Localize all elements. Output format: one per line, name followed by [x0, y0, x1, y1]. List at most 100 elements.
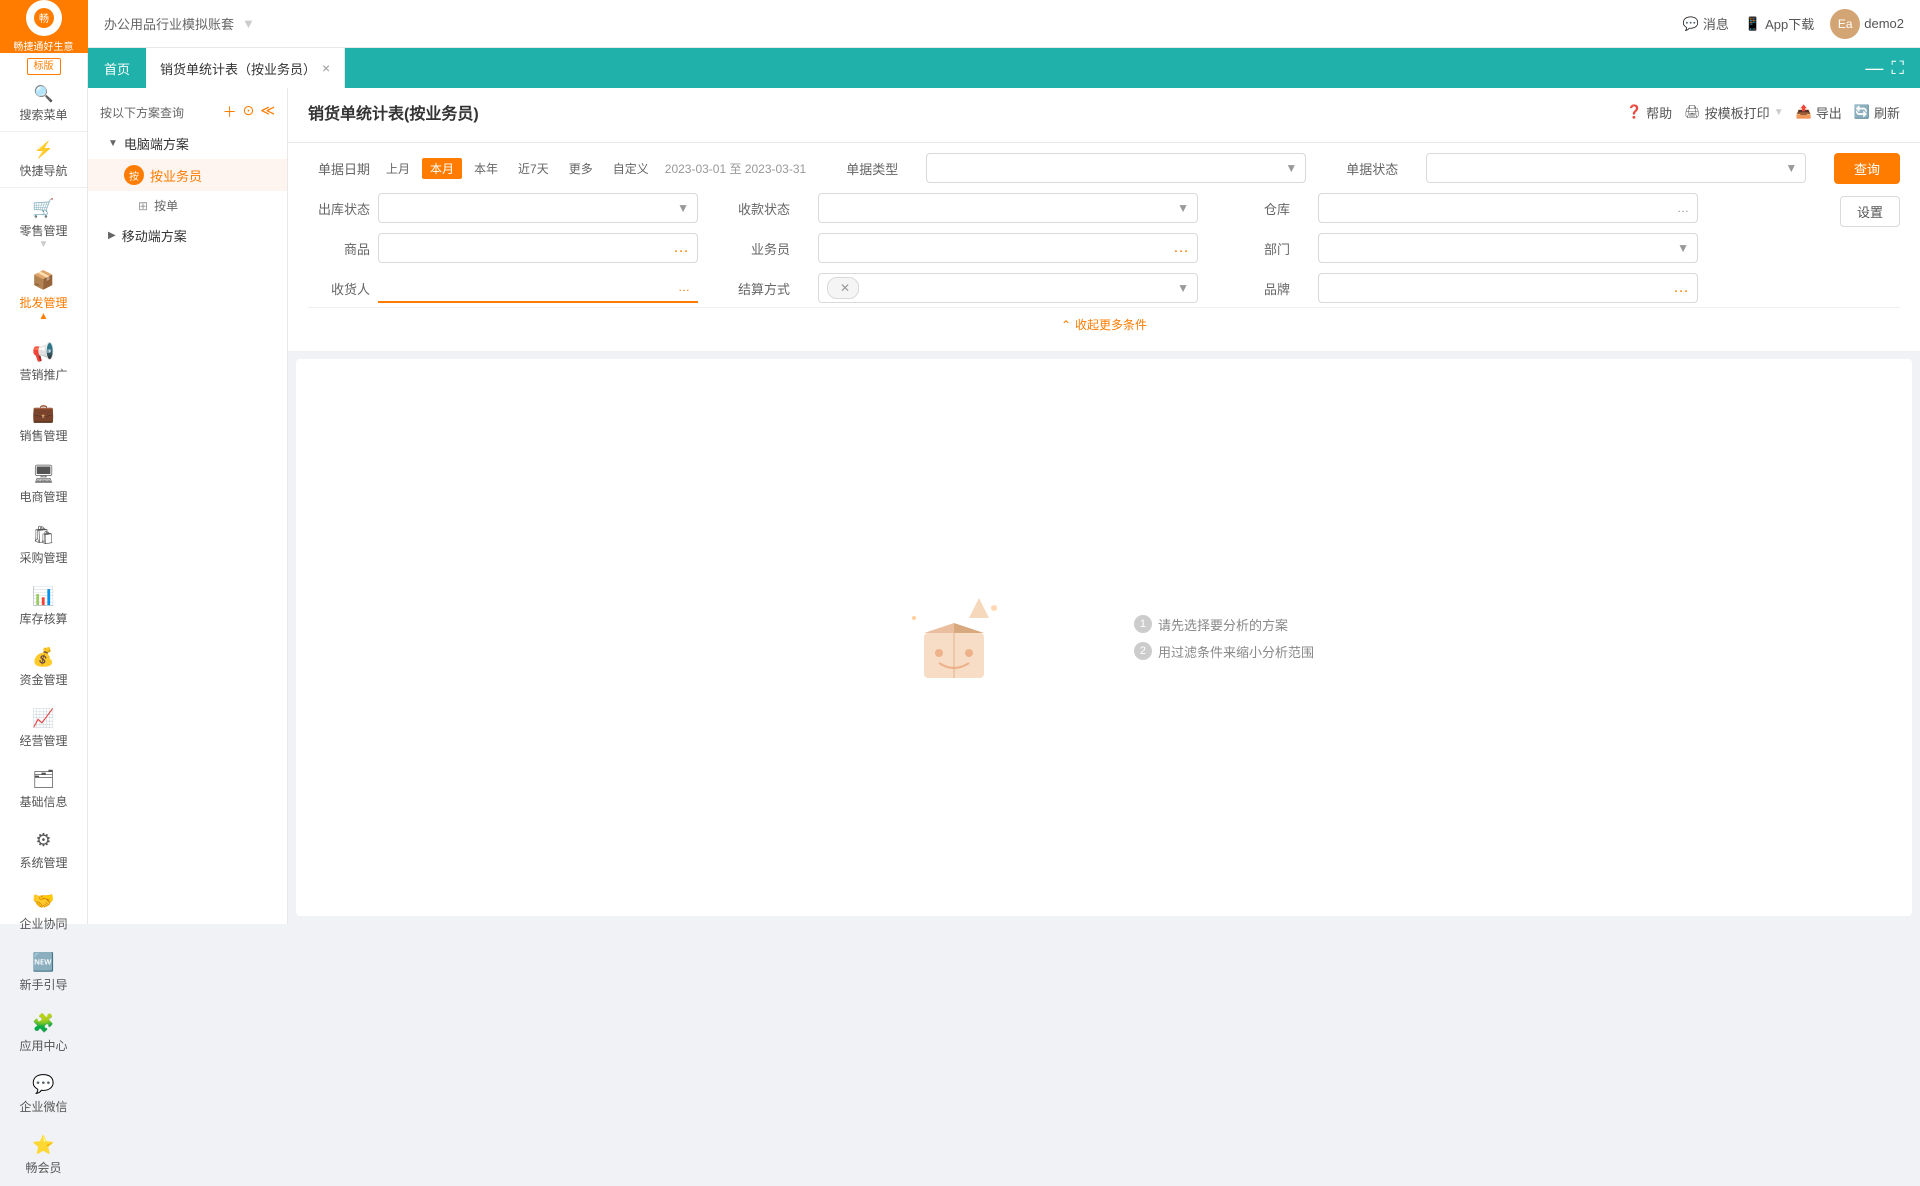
marketing-icon: 📢 — [32, 342, 54, 363]
sidebar-item-newbie[interactable]: 🆕 新手引导 — [0, 942, 87, 1003]
date-tab-this-year[interactable]: 本年 — [466, 158, 506, 179]
quick-nav-label: 快捷导航 — [19, 162, 67, 179]
salesman-select[interactable]: … — [818, 233, 1198, 263]
product-select[interactable]: … — [378, 233, 698, 263]
print-icon: 🖨 — [1684, 104, 1701, 120]
date-tab-custom[interactable]: 自定义 — [605, 158, 657, 179]
brand-select[interactable]: … — [1318, 273, 1698, 303]
bill-type-select[interactable]: ▼ — [926, 153, 1306, 183]
sidebar-item-enterprise[interactable]: 🤝 企业协同 — [0, 881, 87, 942]
date-tab-more[interactable]: 更多 — [561, 158, 601, 179]
salesman-dots[interactable]: … — [1173, 239, 1189, 257]
app-download-btn[interactable]: 📱 App下载 — [1745, 14, 1814, 33]
sidebar-item-system[interactable]: ⚙ 系统管理 — [0, 820, 87, 881]
settings-button[interactable]: 设置 — [1840, 196, 1900, 227]
wechat-icon: 💬 — [32, 1074, 54, 1095]
topbar: 办公用品行业模拟账套 ▼ 💬 消息 📱 App下载 Ea demo2 — [88, 0, 1920, 48]
help-icon: ❓ — [1626, 104, 1642, 120]
user-profile[interactable]: Ea demo2 — [1830, 9, 1904, 39]
sidebar-item-operations[interactable]: 📈 经营管理 — [0, 698, 87, 759]
collapse-panel-btn[interactable]: ≪ — [260, 102, 275, 122]
consignee-dots[interactable]: … — [678, 280, 690, 294]
sidebar-item-inventory[interactable]: 📊 库存核算 — [0, 576, 87, 637]
product-dots[interactable]: … — [673, 239, 689, 257]
sidebar-item-retail[interactable]: 🛒 零售管理 ▼ — [0, 188, 87, 260]
retail-icon: 🛒 — [32, 198, 54, 219]
sidebar-item-member[interactable]: ⭐ 畅会员 — [0, 1125, 87, 1186]
refresh-btn[interactable]: 🔄 刷新 — [1854, 103, 1900, 122]
empty-hint-1: 1 请先选择要分析的方案 — [1134, 615, 1288, 634]
hint-text-2: 用过滤条件来缩小分析范围 — [1158, 642, 1314, 661]
left-panel-header: 按以下方案查询 ＋ ⊙ ≪ — [88, 96, 287, 128]
search-icon: 🔍 — [34, 84, 54, 104]
tree-child-salesman[interactable]: 按 按业务员 — [88, 159, 287, 191]
left-panel: 按以下方案查询 ＋ ⊙ ≪ ▼ 电脑端方案 按 按业务员 ⊞ 按单 ▶ — [88, 88, 288, 924]
filter-area: 单据日期 上月 本月 本年 近7天 更多 自定义 20 — [288, 143, 1920, 351]
message-btn[interactable]: 💬 消息 — [1683, 14, 1729, 33]
query-button[interactable]: 查询 — [1834, 153, 1900, 184]
tree-desktop-label: 电脑端方案 — [124, 134, 189, 153]
sidebar-item-sales[interactable]: 💼 销售管理 — [0, 393, 87, 454]
export-btn[interactable]: 📤 导出 — [1796, 103, 1842, 122]
sidebar-item-base[interactable]: 🗂 基础信息 — [0, 759, 87, 820]
brand-dots[interactable]: … — [1673, 279, 1689, 297]
tabbar: 首页 销货单统计表（按业务员） × — ⛶ — [88, 48, 1920, 88]
date-tab-this-month[interactable]: 本月 — [422, 158, 462, 179]
quick-nav[interactable]: ⚡ 快捷导航 — [0, 132, 87, 188]
collapse-btn[interactable]: ⌃ 收起更多条件 — [1049, 312, 1159, 337]
empty-state-container: 1 请先选择要分析的方案 2 用过滤条件来缩小分析范围 — [894, 588, 1314, 688]
bill-status-select[interactable]: ▼ — [1426, 153, 1806, 183]
print-btn[interactable]: 🖨 按模板打印 ▼ — [1684, 103, 1783, 122]
sidebar-item-wechat[interactable]: 💬 企业微信 — [0, 1064, 87, 1125]
tree-grandchild-bill[interactable]: ⊞ 按单 — [88, 191, 287, 220]
department-select[interactable]: ▼ — [1318, 233, 1698, 263]
page-title: 销货单统计表(按业务员) — [308, 100, 479, 124]
filter-row-4: 收货人 … 结算方式 ✕ — [308, 273, 1818, 303]
logo-text: 畅捷通好生意 — [14, 38, 74, 53]
add-scheme-btn[interactable]: ＋ — [223, 102, 237, 122]
finance-icon: 💰 — [32, 647, 54, 668]
date-label: 单据日期 — [308, 159, 378, 178]
inventory-icon: 📊 — [32, 586, 54, 607]
tab-home[interactable]: 首页 — [88, 48, 146, 88]
sidebar-item-marketing[interactable]: 📢 营销推广 — [0, 332, 87, 393]
expand-icon: ▲ — [39, 311, 49, 322]
sidebar-item-label: 系统管理 — [19, 854, 67, 871]
sidebar-item-ecommerce[interactable]: 🖥 电商管理 — [0, 454, 87, 515]
left-panel-actions: ＋ ⊙ ≪ — [223, 102, 275, 122]
app-download-label: App下载 — [1765, 14, 1814, 33]
receipt-status-select[interactable]: ▼ — [818, 193, 1198, 223]
warehouse-label: 仓库 — [1238, 199, 1298, 218]
sidebar-item-purchase[interactable]: 🛍 采购管理 — [0, 515, 87, 576]
payment-method-select[interactable]: ✕ ▼ — [818, 273, 1198, 303]
member-icon: ⭐ — [32, 1135, 54, 1156]
consignee-input[interactable]: … — [378, 273, 698, 303]
tree-desktop[interactable]: ▼ 电脑端方案 — [88, 128, 287, 159]
date-tab-7days[interactable]: 近7天 — [510, 158, 557, 179]
help-btn[interactable]: ❓ 帮助 — [1626, 103, 1672, 122]
tree-child-label: 按业务员 — [150, 166, 202, 185]
stock-status-select[interactable]: ▼ — [378, 193, 698, 223]
hint-num-2: 2 — [1134, 642, 1152, 660]
topbar-right: 💬 消息 📱 App下载 Ea demo2 — [1683, 9, 1904, 39]
consignee-label: 收货人 — [308, 279, 378, 298]
tab-active[interactable]: 销货单统计表（按业务员） × — [146, 48, 345, 88]
date-tabs: 上月 本月 本年 近7天 更多 自定义 — [378, 158, 657, 179]
search-menu[interactable]: 🔍 搜索菜单 — [0, 76, 87, 132]
system-icon: ⚙ — [35, 830, 51, 851]
date-tab-last-month[interactable]: 上月 — [378, 158, 418, 179]
tab-minimize-btn[interactable]: — — [1865, 58, 1883, 79]
sidebar-item-apps[interactable]: 🧩 应用中心 — [0, 1003, 87, 1064]
edit-scheme-btn[interactable]: ⊙ — [243, 102, 255, 122]
sidebar: 畅 畅捷通好生意 标版 🔍 搜索菜单 ⚡ 快捷导航 🛒 零售管理 ▼ 📦 批发管… — [0, 0, 88, 924]
tree-mobile[interactable]: ▶ 移动端方案 — [88, 220, 287, 251]
content-area: 1 请先选择要分析的方案 2 用过滤条件来缩小分析范围 — [296, 359, 1912, 916]
page-content: 按以下方案查询 ＋ ⊙ ≪ ▼ 电脑端方案 按 按业务员 ⊞ 按单 ▶ — [88, 88, 1920, 924]
tab-maximize-btn[interactable]: ⛶ — [1891, 58, 1904, 79]
payment-tag-close[interactable]: ✕ — [840, 281, 850, 295]
sidebar-item-finance[interactable]: 💰 资金管理 — [0, 637, 87, 698]
tab-close-btn[interactable]: × — [322, 60, 330, 76]
sidebar-item-label: 批发管理 — [19, 294, 67, 311]
warehouse-select[interactable]: … — [1318, 193, 1698, 223]
sidebar-item-wholesale[interactable]: 📦 批发管理 ▲ — [0, 260, 87, 332]
